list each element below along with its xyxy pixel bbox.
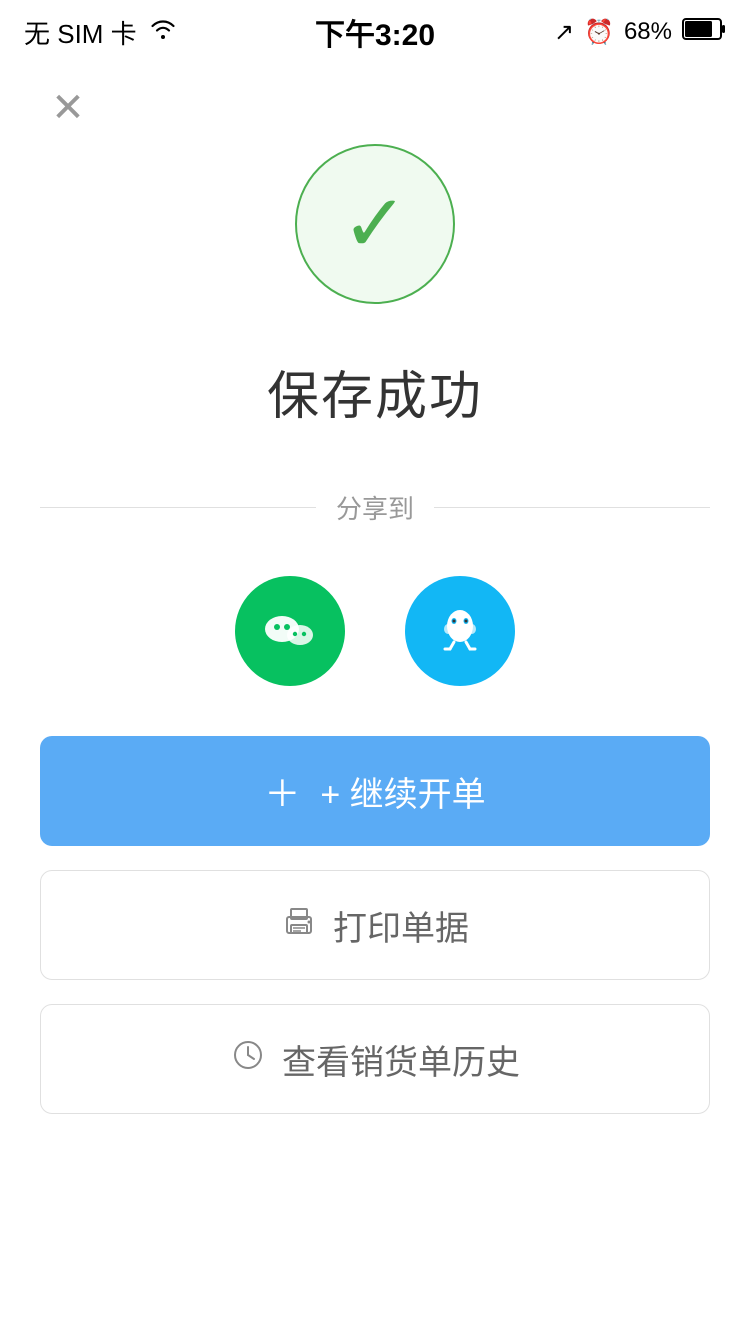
plus-icon: ＋ bbox=[264, 765, 300, 817]
print-icon bbox=[281, 903, 317, 948]
status-bar-right: ↗ ⏰ 68% bbox=[554, 18, 726, 47]
close-button[interactable]: ✕ bbox=[40, 80, 96, 136]
checkmark-icon: ✓ bbox=[341, 184, 408, 264]
share-section: 分享到 bbox=[0, 489, 750, 686]
share-divider: 分享到 bbox=[40, 489, 710, 526]
print-button[interactable]: 打印单据 bbox=[40, 870, 710, 980]
status-bar: 无 SIM 卡 下午3:20 ↗ ⏰ 68% bbox=[0, 0, 750, 64]
alarm-icon: ⏰ bbox=[584, 18, 614, 47]
status-bar-left: 无 SIM 卡 bbox=[24, 14, 179, 51]
status-bar-time: 下午3:20 bbox=[315, 10, 435, 54]
sim-status: 无 SIM 卡 bbox=[24, 14, 137, 51]
share-label: 分享到 bbox=[336, 489, 414, 526]
battery-icon bbox=[682, 18, 726, 47]
main-content: ✓ 保存成功 分享到 bbox=[0, 64, 750, 1114]
history-button[interactable]: 查看销货单历史 bbox=[40, 1004, 710, 1114]
history-label: 查看销货单历史 bbox=[282, 1035, 520, 1084]
wifi-icon bbox=[147, 17, 179, 48]
history-icon bbox=[230, 1037, 266, 1082]
continue-button[interactable]: ＋ + 继续开单 bbox=[40, 736, 710, 846]
print-label: 打印单据 bbox=[333, 901, 469, 950]
close-icon: ✕ bbox=[51, 88, 85, 128]
action-buttons: ＋ + 继续开单 打印单据 bbox=[0, 736, 750, 1114]
continue-label: + 继续开单 bbox=[320, 767, 485, 816]
qq-icon bbox=[428, 599, 492, 663]
success-title: 保存成功 bbox=[267, 354, 483, 429]
wechat-share-button[interactable] bbox=[235, 576, 345, 686]
qq-share-button[interactable] bbox=[405, 576, 515, 686]
wechat-icon bbox=[258, 599, 322, 663]
location-icon: ↗ bbox=[554, 18, 574, 47]
success-indicator: ✓ bbox=[295, 144, 455, 304]
battery-percentage: 68% bbox=[624, 18, 672, 46]
share-icons bbox=[40, 576, 710, 686]
